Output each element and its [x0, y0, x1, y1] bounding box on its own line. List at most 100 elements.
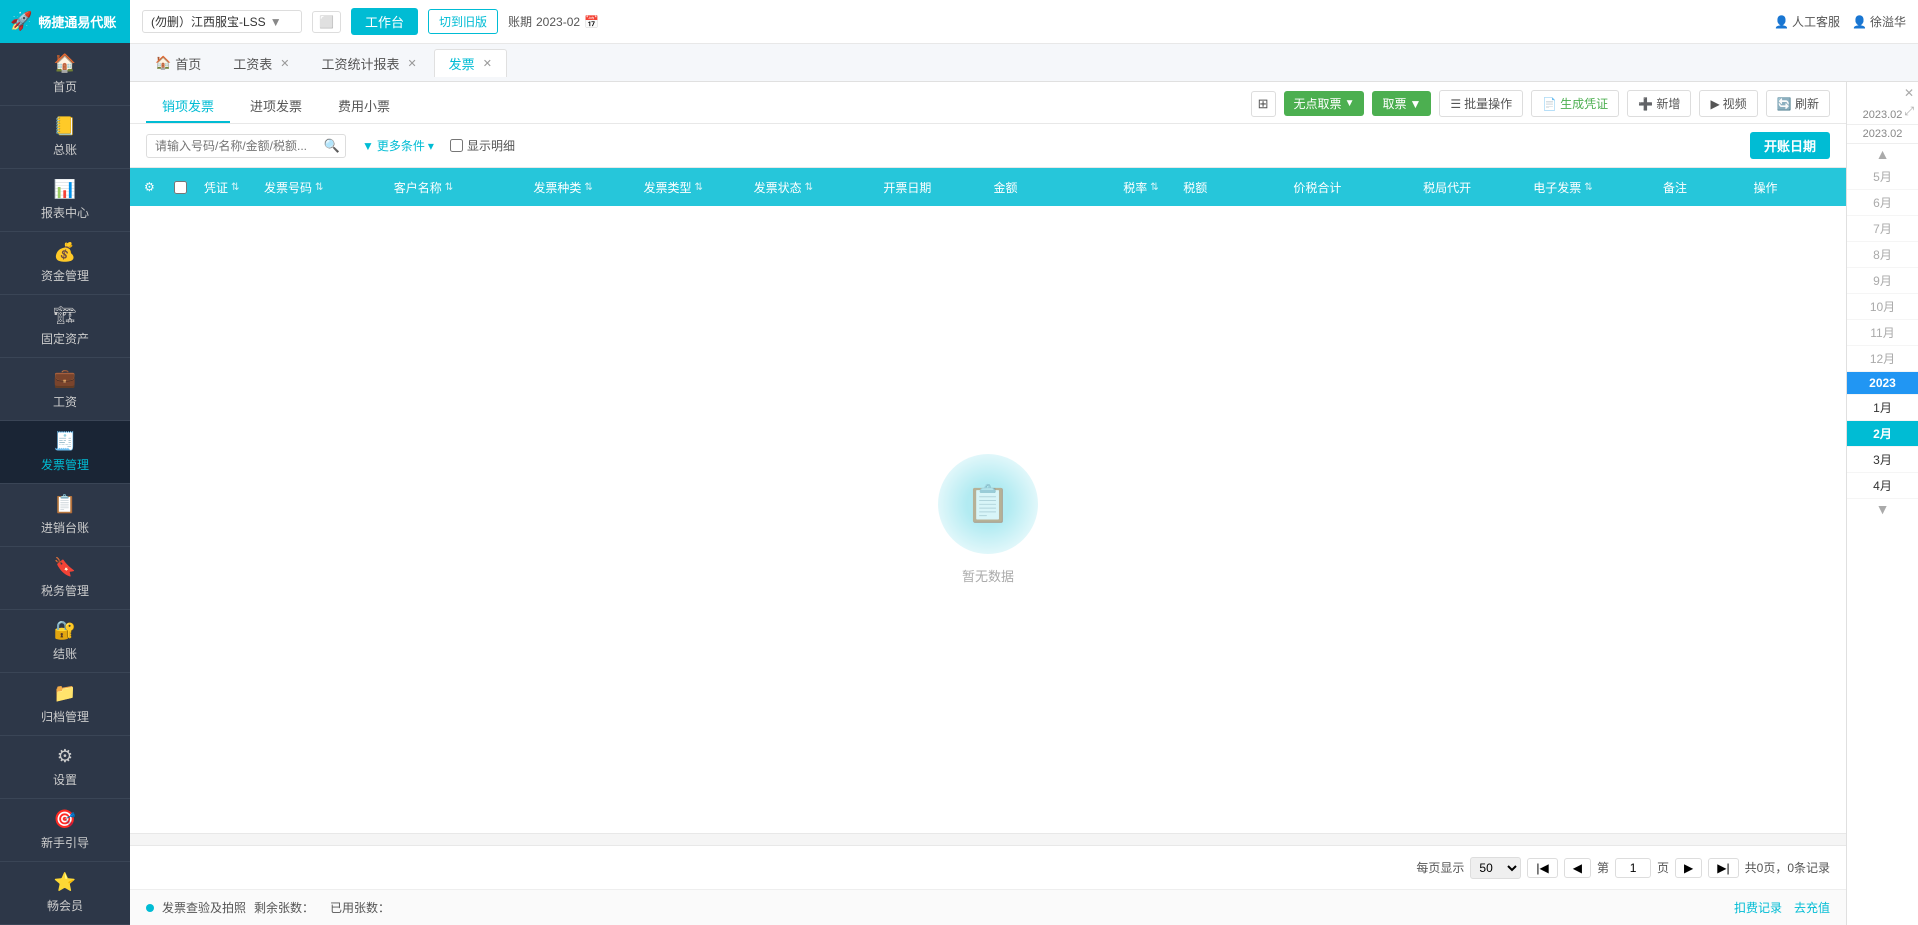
add-record-link[interactable]: 扣费记录	[1734, 899, 1782, 916]
month-3[interactable]: 3月	[1847, 447, 1918, 473]
select-all-checkbox[interactable]	[174, 181, 187, 194]
sidebar-item-home[interactable]: 🏠 首页	[0, 43, 130, 106]
sidebar-item-salary[interactable]: 💼 工资	[0, 358, 130, 421]
open-date-button[interactable]: 开账日期	[1750, 132, 1830, 159]
th-opendate[interactable]: 开票日期	[877, 179, 987, 196]
column-settings-button[interactable]: ⊞	[1251, 91, 1276, 117]
month-1[interactable]: 1月	[1847, 395, 1918, 421]
th-taxamt[interactable]: 价税合计	[1287, 179, 1417, 196]
th-settings[interactable]: ⚙	[138, 180, 168, 194]
next-page-button[interactable]: ▶	[1675, 858, 1702, 878]
scroll-down-arrow[interactable]: ▼	[1876, 499, 1890, 519]
sub-tab-purchase[interactable]: 进项发票	[234, 90, 318, 123]
th-checkbox[interactable]	[168, 181, 198, 194]
sub-tab-expense[interactable]: 费用小票	[322, 90, 406, 123]
sub-tab-sales-label: 销项发票	[162, 99, 214, 114]
month-9[interactable]: 9月	[1847, 268, 1918, 294]
page-input[interactable]	[1615, 858, 1651, 878]
gen-cert-button[interactable]: 📄 生成凭证	[1531, 90, 1619, 117]
period-label: 账期 2023-02 📅	[508, 13, 599, 30]
close-tab-salary-icon[interactable]: ✕	[280, 57, 289, 70]
panel-expand-button[interactable]: ⤢	[1904, 104, 1914, 119]
tab-home[interactable]: 🏠 首页	[140, 49, 216, 77]
sidebar-item-assets[interactable]: 🏗 固定资产	[0, 295, 130, 358]
refresh-button[interactable]: 🔄 刷新	[1766, 90, 1830, 117]
sidebar-item-ledger[interactable]: 📒 总账	[0, 106, 130, 169]
sidebar-item-invoice[interactable]: 🧾 发票管理	[0, 421, 130, 484]
qu-fp-button[interactable]: 取票 ▼	[1372, 91, 1431, 116]
sidebar-item-guide[interactable]: 🎯 新手引导	[0, 799, 130, 862]
month-4[interactable]: 4月	[1847, 473, 1918, 499]
th-fplx[interactable]: 发票类型 ⇅	[637, 179, 747, 196]
switch-version-button[interactable]: 切到旧版	[428, 9, 498, 34]
month-10[interactable]: 10月	[1847, 294, 1918, 320]
th-amount[interactable]: 金额	[987, 179, 1117, 196]
th-fptype[interactable]: 发票种类 ⇅	[527, 179, 637, 196]
batch-op-button[interactable]: ☰ 批量操作	[1439, 90, 1523, 117]
sub-tab-sales[interactable]: 销项发票	[146, 90, 230, 123]
sidebar-item-label: 总账	[53, 141, 77, 158]
month-12[interactable]: 12月	[1847, 346, 1918, 372]
panel-close-button[interactable]: ✕	[1904, 86, 1914, 100]
search-input[interactable]	[146, 134, 346, 158]
first-page-button[interactable]: |◀	[1527, 858, 1557, 878]
th-note[interactable]: 备注	[1657, 179, 1748, 196]
tab-home-label: 首页	[175, 54, 201, 73]
company-selector[interactable]: (勿删）江西服宝-LSS ▼	[142, 10, 302, 33]
workbench-button[interactable]: 工作台	[351, 8, 418, 35]
th-tax[interactable]: 税额	[1177, 179, 1287, 196]
month-8[interactable]: 8月	[1847, 242, 1918, 268]
close-tab-stats-icon[interactable]: ✕	[407, 57, 416, 70]
sidebar-item-capital[interactable]: 💰 资金管理	[0, 232, 130, 295]
sidebar-item-reports[interactable]: 📊 报表中心	[0, 169, 130, 232]
tab-invoice[interactable]: 发票 ✕	[434, 49, 507, 77]
recharge-link[interactable]: 去充值	[1794, 899, 1830, 916]
sidebar-item-member[interactable]: ⭐ 畅会员	[0, 862, 130, 925]
month-6[interactable]: 6月	[1847, 190, 1918, 216]
month-11[interactable]: 11月	[1847, 320, 1918, 346]
ledger-icon: 📒	[54, 116, 76, 137]
month-5[interactable]: 5月	[1847, 164, 1918, 190]
prev-page-button[interactable]: ◀	[1564, 858, 1591, 878]
th-fpstate[interactable]: 发票状态 ⇅	[748, 179, 878, 196]
th-taxrate[interactable]: 税率 ⇅	[1117, 179, 1177, 196]
show-detail-checkbox[interactable]	[450, 139, 463, 152]
th-fpnum[interactable]: 发票号码 ⇅	[258, 179, 388, 196]
sidebar-item-archive[interactable]: 📁 归档管理	[0, 673, 130, 736]
sidebar-item-label: 归档管理	[41, 708, 89, 725]
month-7[interactable]: 7月	[1847, 216, 1918, 242]
tab-salary-stats-label: 工资统计报表	[321, 54, 399, 73]
last-page-button[interactable]: ▶|	[1708, 858, 1738, 878]
copy-button[interactable]: ⬜	[312, 11, 341, 33]
content-area: 销项发票 进项发票 费用小票 ⊞ 无点取票 ▼ 取票 ▼	[130, 82, 1846, 925]
sidebar-item-label: 首页	[53, 78, 77, 95]
tab-salary-table[interactable]: 工资表 ✕	[218, 49, 304, 77]
scroll-up-arrow[interactable]: ▲	[1876, 144, 1890, 164]
th-efp[interactable]: 电子发票 ⇅	[1527, 179, 1657, 196]
th-cert[interactable]: 凭证 ⇅	[198, 179, 258, 196]
horizontal-scrollbar[interactable]	[130, 833, 1846, 845]
th-customer[interactable]: 客户名称 ⇅	[388, 179, 528, 196]
month-2-active[interactable]: 2月	[1847, 421, 1918, 447]
th-fplx-label: 发票类型	[643, 179, 691, 196]
home-tab-icon: 🏠	[155, 55, 171, 71]
sidebar-item-sales[interactable]: 📋 进销台账	[0, 484, 130, 547]
gen-cert-icon: 📄	[1542, 97, 1557, 111]
sidebar-item-label: 发票管理	[41, 456, 89, 473]
sidebar-item-settings[interactable]: ⚙ 设置	[0, 736, 130, 799]
year-ref-2[interactable]: 2023.02	[1847, 125, 1918, 144]
no-fp-button[interactable]: 无点取票 ▼	[1284, 91, 1365, 116]
tab-salary-stats[interactable]: 工资统计报表 ✕	[306, 49, 431, 77]
close-tab-invoice-icon[interactable]: ✕	[483, 57, 492, 70]
new-invoice-button[interactable]: ➕ 新增	[1627, 90, 1691, 117]
sidebar-item-close[interactable]: 🔐 结账	[0, 610, 130, 673]
more-filter-button[interactable]: ▼ 更多条件 ▾	[354, 133, 442, 158]
empty-state: 暂无数据	[130, 206, 1846, 833]
user-profile[interactable]: 👤 徐溢华	[1852, 13, 1906, 30]
th-taxcode[interactable]: 税局代开	[1417, 179, 1527, 196]
sidebar-item-tax[interactable]: 🔖 税务管理	[0, 547, 130, 610]
per-page-select[interactable]: 50 100 200	[1470, 857, 1521, 879]
video-button[interactable]: ▶ 视频	[1699, 90, 1757, 117]
tax-icon: 🔖	[54, 557, 76, 578]
customer-service[interactable]: 👤 人工客服	[1774, 13, 1840, 30]
